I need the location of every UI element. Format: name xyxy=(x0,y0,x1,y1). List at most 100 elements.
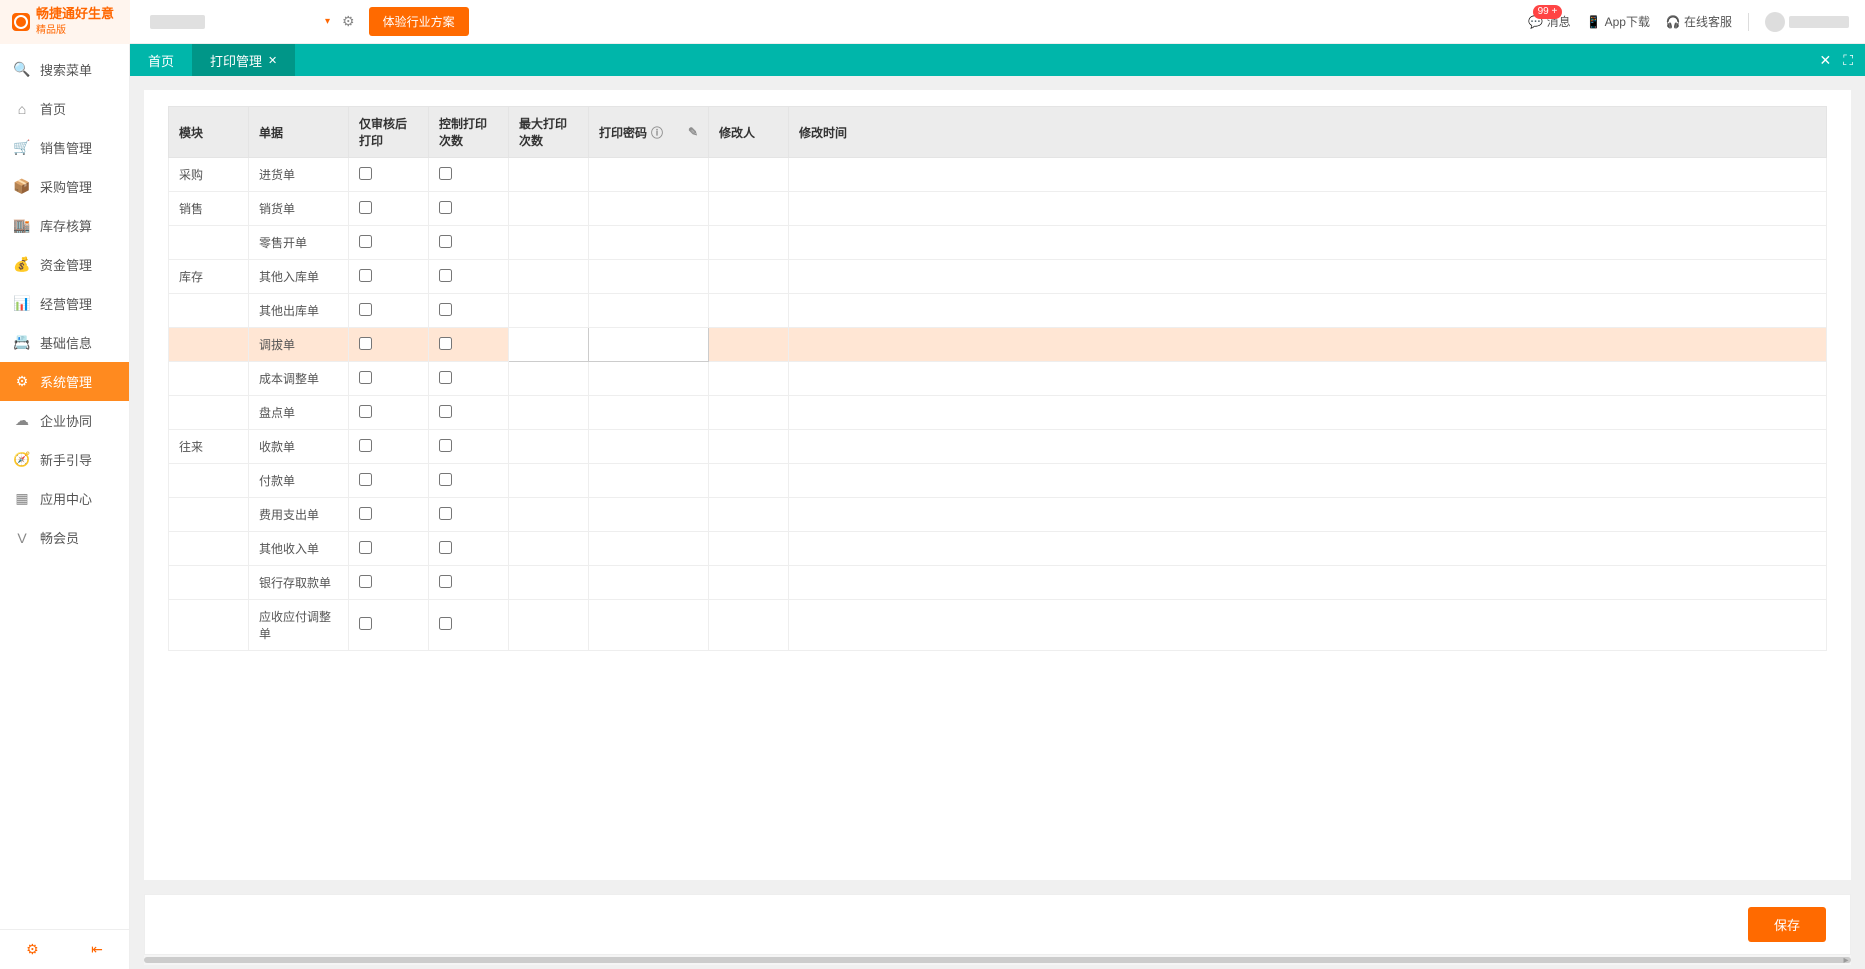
ctrl-count-checkbox[interactable] xyxy=(439,439,452,452)
help-icon[interactable]: ⓘ xyxy=(651,124,663,141)
tab-0[interactable]: 首页 xyxy=(130,44,192,76)
messages-button[interactable]: 99 + 💬 消息 xyxy=(1529,13,1571,30)
print-settings-table: 模块 单据 仅审核后打印 控制打印次数 最大打印次数 打印密码 ⓘ xyxy=(168,106,1827,651)
cell-modify-time xyxy=(789,192,1827,226)
base-icon: 📇 xyxy=(14,335,30,351)
scroll-right-icon[interactable]: ▸ xyxy=(1841,955,1851,965)
sidebar-settings-icon[interactable]: ⚙ xyxy=(26,941,39,958)
cell-audit-only xyxy=(349,192,429,226)
sidebar-item-vip[interactable]: V畅会员 xyxy=(0,518,129,557)
horizontal-scrollbar[interactable]: ▸ xyxy=(144,955,1851,965)
audit-only-checkbox[interactable] xyxy=(359,201,372,214)
ctrl-count-checkbox[interactable] xyxy=(439,201,452,214)
sidebar-item-fund[interactable]: 💰资金管理 xyxy=(0,245,129,284)
ctrl-count-checkbox[interactable] xyxy=(439,371,452,384)
sidebar-item-base[interactable]: 📇基础信息 xyxy=(0,323,129,362)
cell-modify-time xyxy=(789,498,1827,532)
ctrl-count-checkbox[interactable] xyxy=(439,269,452,282)
sidebar-item-system[interactable]: ⚙系统管理 xyxy=(0,362,129,401)
audit-only-checkbox[interactable] xyxy=(359,405,372,418)
ctrl-count-checkbox[interactable] xyxy=(439,541,452,554)
sidebar-item-purchase[interactable]: 📦采购管理 xyxy=(0,167,129,206)
password-input[interactable] xyxy=(589,330,708,360)
tab-close-icon[interactable]: ✕ xyxy=(268,54,277,67)
app-download-label: App下载 xyxy=(1605,13,1650,30)
cell-max-count xyxy=(509,158,589,192)
tab-1[interactable]: 打印管理✕ xyxy=(192,44,295,76)
cell-max-count xyxy=(509,362,589,396)
sidebar-item-label: 应用中心 xyxy=(40,489,92,508)
audit-only-checkbox[interactable] xyxy=(359,303,372,316)
cell-doc: 付款单 xyxy=(249,464,349,498)
save-button[interactable]: 保存 xyxy=(1748,907,1826,942)
sidebar: 🔍搜索菜单⌂首页🛒销售管理📦采购管理🏬库存核算💰资金管理📊经营管理📇基础信息⚙系… xyxy=(0,44,130,969)
sidebar-item-label: 新手引导 xyxy=(40,450,92,469)
company-selector[interactable]: ▾ xyxy=(150,15,330,29)
edit-column-icon[interactable]: ✎ xyxy=(688,125,698,139)
sidebar-item-app[interactable]: ▦应用中心 xyxy=(0,479,129,518)
cell-max-count[interactable] xyxy=(509,328,589,362)
sidebar-item-guide[interactable]: 🧭新手引导 xyxy=(0,440,129,479)
audit-only-checkbox[interactable] xyxy=(359,473,372,486)
fund-icon: 💰 xyxy=(14,257,30,273)
sidebar-item-stock[interactable]: 🏬库存核算 xyxy=(0,206,129,245)
table-row: 往来收款单 xyxy=(169,430,1827,464)
cell-ctrl-count xyxy=(429,566,509,600)
table-row: 费用支出单 xyxy=(169,498,1827,532)
table-row: 其他出库单 xyxy=(169,294,1827,328)
th-max-count: 最大打印次数 xyxy=(509,107,589,158)
audit-only-checkbox[interactable] xyxy=(359,337,372,350)
audit-only-checkbox[interactable] xyxy=(359,235,372,248)
cell-audit-only xyxy=(349,158,429,192)
sidebar-item-report[interactable]: 📊经营管理 xyxy=(0,284,129,323)
ctrl-count-checkbox[interactable] xyxy=(439,617,452,630)
max-count-input[interactable] xyxy=(509,330,588,360)
audit-only-checkbox[interactable] xyxy=(359,617,372,630)
ctrl-count-checkbox[interactable] xyxy=(439,575,452,588)
company-name-redacted xyxy=(150,15,205,29)
audit-only-checkbox[interactable] xyxy=(359,269,372,282)
ctrl-count-checkbox[interactable] xyxy=(439,167,452,180)
chevron-down-icon: ▾ xyxy=(325,16,330,27)
app-download-button[interactable]: 📱 App下载 xyxy=(1587,13,1650,30)
sidebar-item-search[interactable]: 🔍搜索菜单 xyxy=(0,50,129,89)
cell-password xyxy=(589,192,709,226)
audit-only-checkbox[interactable] xyxy=(359,371,372,384)
user-menu[interactable] xyxy=(1765,12,1849,32)
cell-audit-only xyxy=(349,396,429,430)
tab-close-all-icon[interactable]: ✕ xyxy=(1819,52,1831,69)
cell-modifier xyxy=(709,600,789,651)
ctrl-count-checkbox[interactable] xyxy=(439,473,452,486)
cell-password[interactable] xyxy=(589,328,709,362)
sidebar-item-sales[interactable]: 🛒销售管理 xyxy=(0,128,129,167)
sidebar-item-home[interactable]: ⌂首页 xyxy=(0,89,129,128)
cell-modifier xyxy=(709,362,789,396)
table-row: 银行存取款单 xyxy=(169,566,1827,600)
ctrl-count-checkbox[interactable] xyxy=(439,303,452,316)
ctrl-count-checkbox[interactable] xyxy=(439,507,452,520)
cell-audit-only xyxy=(349,600,429,651)
audit-only-checkbox[interactable] xyxy=(359,541,372,554)
audit-only-checkbox[interactable] xyxy=(359,439,372,452)
audit-only-checkbox[interactable] xyxy=(359,507,372,520)
cell-audit-only xyxy=(349,464,429,498)
logo-block[interactable]: 畅捷通好生意 精品版 xyxy=(0,0,130,44)
sidebar-item-coop[interactable]: ☁企业协同 xyxy=(0,401,129,440)
logo-subtitle: 精品版 xyxy=(36,21,114,36)
sidebar-collapse-icon[interactable]: ⇤ xyxy=(91,941,103,958)
settings-gear-icon[interactable]: ⚙ xyxy=(342,13,355,30)
audit-only-checkbox[interactable] xyxy=(359,167,372,180)
experience-plan-button[interactable]: 体验行业方案 xyxy=(369,7,469,36)
audit-only-checkbox[interactable] xyxy=(359,575,372,588)
th-modify-time: 修改时间 xyxy=(789,107,1827,158)
ctrl-count-checkbox[interactable] xyxy=(439,235,452,248)
online-service-button[interactable]: 🎧 在线客服 xyxy=(1666,13,1732,30)
cell-modifier xyxy=(709,192,789,226)
ctrl-count-checkbox[interactable] xyxy=(439,405,452,418)
cell-module xyxy=(169,294,249,328)
cell-max-count xyxy=(509,294,589,328)
fullscreen-icon[interactable]: ⛶ xyxy=(1843,52,1853,69)
cell-doc: 其他收入单 xyxy=(249,532,349,566)
cell-ctrl-count xyxy=(429,260,509,294)
ctrl-count-checkbox[interactable] xyxy=(439,337,452,350)
